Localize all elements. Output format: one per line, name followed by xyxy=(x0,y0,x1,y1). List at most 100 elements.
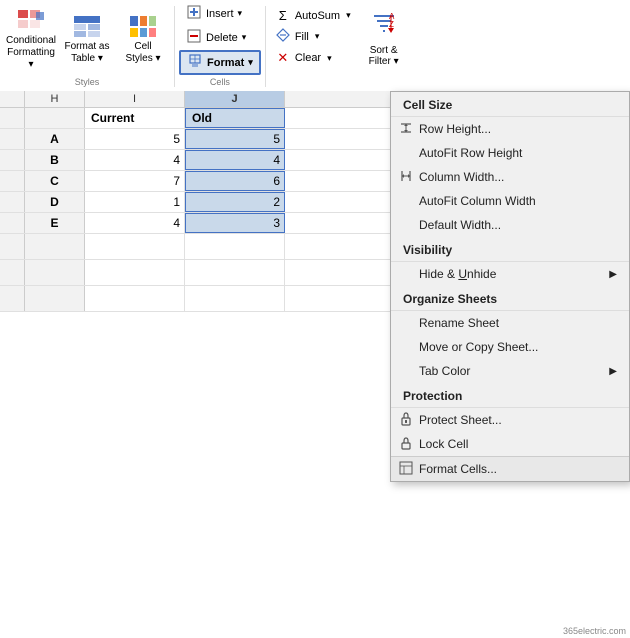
clear-label: Clear xyxy=(295,52,321,64)
cell-h-header[interactable] xyxy=(25,108,85,128)
hide-unhide-item[interactable]: Hide & Unhide ▶ xyxy=(391,262,629,286)
cell-styles-button[interactable]: CellStyles ▾ xyxy=(116,10,170,68)
delete-arrow: ▾ xyxy=(242,32,247,43)
conditional-formatting-button[interactable]: ConditionalFormatting ▾ xyxy=(4,4,58,74)
cell-h-d[interactable]: D xyxy=(25,192,85,212)
ribbon-separator-2 xyxy=(265,6,266,87)
hide-unhide-label: Hide & Unhide xyxy=(419,267,496,281)
ribbon-separator-1 xyxy=(174,6,175,87)
cell-h-c[interactable]: C xyxy=(25,171,85,191)
lock-cell-item[interactable]: Lock Cell xyxy=(391,432,629,456)
row-num xyxy=(0,108,25,128)
autosum-fill-clear: Σ AutoSum ▾ Fill ▾ xyxy=(270,6,356,68)
fill-label: Fill xyxy=(295,31,309,43)
tab-color-item[interactable]: Tab Color ▶ xyxy=(391,359,629,383)
cell-h-empty2[interactable] xyxy=(25,260,85,285)
row-num xyxy=(0,234,25,259)
cell-j-empty1[interactable] xyxy=(185,234,285,259)
lock-cell-label: Lock Cell xyxy=(419,437,468,451)
format-cells-label: Format Cells... xyxy=(419,462,497,476)
default-width-item[interactable]: Default Width... xyxy=(391,213,629,237)
autofit-row-item[interactable]: AutoFit Row Height xyxy=(391,141,629,165)
rename-sheet-label: Rename Sheet xyxy=(419,316,499,330)
delete-button[interactable]: Delete ▾ xyxy=(179,26,261,49)
cell-i-header[interactable]: Current xyxy=(85,108,185,128)
column-width-label: Column Width... xyxy=(419,170,504,184)
cell-h-e[interactable]: E xyxy=(25,213,85,233)
row-height-item[interactable]: Row Height... xyxy=(391,117,629,141)
format-cells-item[interactable]: Format Cells... xyxy=(391,456,629,481)
row-num-spacer xyxy=(0,91,25,107)
cell-i-e[interactable]: 4 xyxy=(85,213,185,233)
insert-arrow: ▾ xyxy=(238,8,243,19)
spreadsheet-container: H I J Current Old A 5 5 B 4 4 C 7 6 D 1 … xyxy=(0,91,630,312)
rename-sheet-item[interactable]: Rename Sheet xyxy=(391,311,629,335)
cell-h-b[interactable]: B xyxy=(25,150,85,170)
column-width-icon xyxy=(399,169,413,186)
row-num xyxy=(0,286,25,311)
cell-i-b[interactable]: 4 xyxy=(85,150,185,170)
cell-i-d[interactable]: 1 xyxy=(85,192,185,212)
fill-icon xyxy=(275,28,291,45)
insert-button[interactable]: Insert ▾ xyxy=(179,2,261,25)
cell-h-empty3[interactable] xyxy=(25,286,85,311)
editing-group: Σ AutoSum ▾ Fill ▾ xyxy=(270,2,406,91)
row-height-icon xyxy=(399,121,413,138)
autosum-arrow: ▾ xyxy=(346,10,351,21)
autofit-col-item[interactable]: AutoFit Column Width xyxy=(391,189,629,213)
clear-button[interactable]: ✕ Clear ▾ xyxy=(270,48,356,68)
lock-cell-icon xyxy=(399,436,413,453)
row-num xyxy=(0,171,25,191)
cell-size-header: Cell Size xyxy=(391,92,629,117)
cell-styles-label: CellStyles ▾ xyxy=(125,41,160,65)
cell-j-a[interactable]: 5 xyxy=(185,129,285,149)
format-dropdown-menu: Cell Size Row Height... AutoFit Row Heig… xyxy=(390,91,630,482)
cell-i-empty2[interactable] xyxy=(85,260,185,285)
format-button[interactable]: Format ▾ xyxy=(179,50,261,75)
cell-j-c[interactable]: 6 xyxy=(185,171,285,191)
protect-sheet-label: Protect Sheet... xyxy=(419,413,502,427)
cell-h-a[interactable]: A xyxy=(25,129,85,149)
col-header-i: I xyxy=(85,91,185,107)
protection-header: Protection xyxy=(391,383,629,408)
protect-sheet-item[interactable]: Protect Sheet... xyxy=(391,408,629,432)
cell-i-empty3[interactable] xyxy=(85,286,185,311)
cell-j-empty2[interactable] xyxy=(185,260,285,285)
cell-j-header[interactable]: Old xyxy=(185,108,285,128)
fill-button[interactable]: Fill ▾ xyxy=(270,26,356,47)
cell-i-a[interactable]: 5 xyxy=(85,129,185,149)
autosum-button[interactable]: Σ AutoSum ▾ xyxy=(270,6,356,25)
clear-icon: ✕ xyxy=(275,50,291,66)
format-table-icon xyxy=(71,13,103,41)
cell-j-b[interactable]: 4 xyxy=(185,150,285,170)
delete-label: Delete xyxy=(206,32,238,44)
column-width-item[interactable]: Column Width... xyxy=(391,165,629,189)
conditional-formatting-icon xyxy=(15,7,47,35)
cell-i-c[interactable]: 7 xyxy=(85,171,185,191)
clear-arrow: ▾ xyxy=(327,53,332,64)
ribbon: ConditionalFormatting ▾ Format asTable ▾ xyxy=(0,0,630,91)
autosum-label: AutoSum xyxy=(295,10,340,22)
autosum-icon: Σ xyxy=(275,8,291,23)
format-as-table-button[interactable]: Format asTable ▾ xyxy=(60,10,114,68)
move-copy-label: Move or Copy Sheet... xyxy=(419,340,538,354)
cell-h-empty1[interactable] xyxy=(25,234,85,259)
cells-group-label: Cells xyxy=(179,75,261,89)
sort-filter-button[interactable]: A Z Sort &Filter ▾ xyxy=(362,6,406,72)
format-cells-icon xyxy=(399,461,413,478)
format-arrow: ▾ xyxy=(248,57,253,68)
cell-j-empty3[interactable] xyxy=(185,286,285,311)
organize-sheets-header: Organize Sheets xyxy=(391,286,629,311)
format-label: Format xyxy=(207,57,244,69)
row-num xyxy=(0,150,25,170)
cond-arrow: ▾ xyxy=(28,59,33,70)
cell-i-empty1[interactable] xyxy=(85,234,185,259)
cell-styles-icon xyxy=(127,13,159,41)
visibility-header: Visibility xyxy=(391,237,629,262)
format-icon xyxy=(187,54,203,71)
move-copy-item[interactable]: Move or Copy Sheet... xyxy=(391,335,629,359)
row-num xyxy=(0,129,25,149)
cell-j-d[interactable]: 2 xyxy=(185,192,285,212)
cell-j-e[interactable]: 3 xyxy=(185,213,285,233)
insert-icon xyxy=(186,5,202,22)
